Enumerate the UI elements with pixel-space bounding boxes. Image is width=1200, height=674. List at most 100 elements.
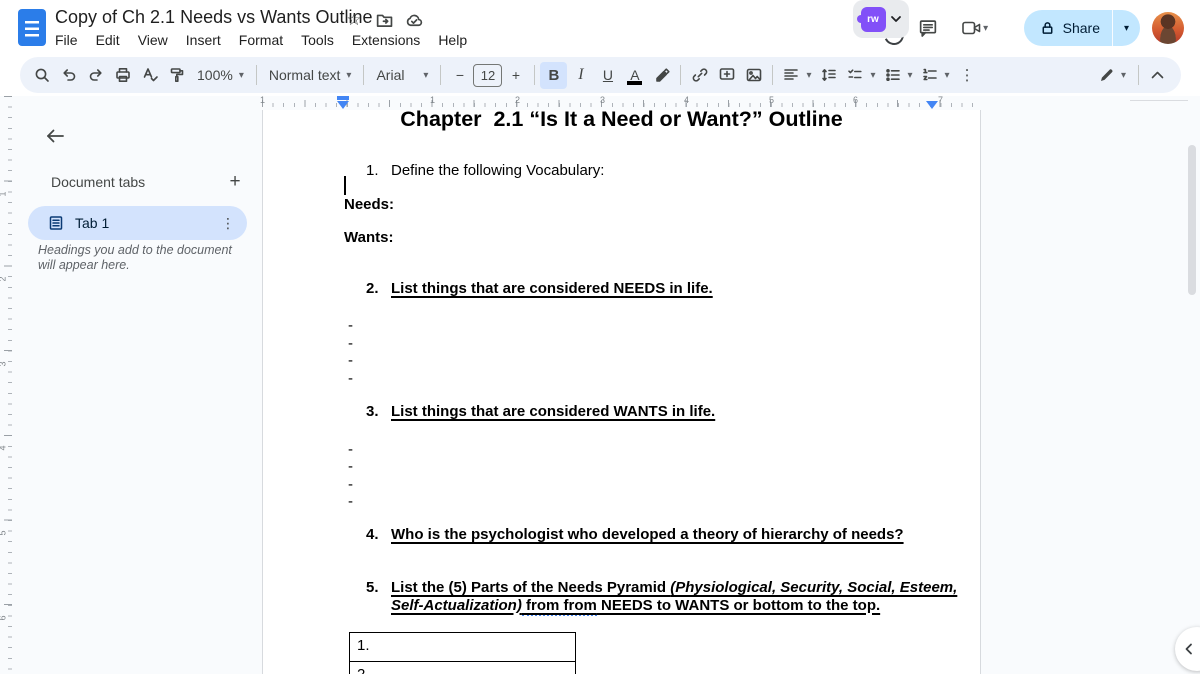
- move-folder-icon[interactable]: [374, 9, 394, 31]
- vertical-scrollbar[interactable]: [1188, 145, 1196, 295]
- wants-label: Wants:: [344, 229, 394, 246]
- close-panel-button[interactable]: [41, 122, 69, 150]
- document-title[interactable]: Copy of Ch 2.1 Needs vs Wants Outline: [55, 7, 372, 28]
- menu-insert[interactable]: Insert: [177, 30, 230, 50]
- add-tab-button[interactable]: +: [223, 170, 247, 194]
- horizontal-ruler[interactable]: 1 1 2 3 4 5 6 7: [260, 95, 981, 110]
- vruler-label: 5: [0, 530, 8, 535]
- vertical-ruler[interactable]: 1 2 3 4 5 6: [0, 96, 13, 674]
- share-label: Share: [1062, 20, 1100, 36]
- menu-extensions[interactable]: Extensions: [343, 30, 429, 50]
- panel-title: Document tabs: [51, 174, 146, 190]
- hruler-label: 6: [853, 95, 859, 105]
- list-item-1: 1. Define the following Vocabulary:: [366, 162, 605, 179]
- star-icon[interactable]: ☆: [344, 9, 364, 31]
- text-color-button[interactable]: A: [621, 62, 648, 89]
- spell-check-icon[interactable]: [136, 62, 163, 89]
- video-call-button[interactable]: ▾: [948, 8, 1002, 48]
- doc-heading: Chapter 2.1 “Is It a Need or Want?” Outl…: [400, 110, 843, 131]
- dash-bullet: -: [348, 493, 353, 510]
- list-item-3: 3. List things that are considered WANTS …: [366, 403, 716, 420]
- cloud-status-icon[interactable]: [404, 9, 424, 31]
- right-indent-marker[interactable]: [926, 101, 938, 109]
- checklist-select[interactable]: ▾: [842, 62, 879, 89]
- video-call-caret-icon: ▾: [983, 22, 989, 34]
- font-size-input[interactable]: 12: [473, 63, 503, 87]
- underline-button[interactable]: U: [594, 62, 621, 89]
- dash-bullet: -: [348, 352, 353, 369]
- hruler-label: 1: [430, 95, 436, 105]
- undo-icon[interactable]: [55, 62, 82, 89]
- pen-icon: [1100, 68, 1113, 81]
- bold-button[interactable]: B: [540, 61, 568, 89]
- readwrite-extension-widget[interactable]: rw: [853, 0, 909, 38]
- vruler-label: 3: [0, 361, 8, 366]
- hruler-label: 4: [684, 95, 690, 105]
- chevron-down-icon: [890, 16, 901, 22]
- highlight-color-icon[interactable]: [648, 62, 675, 89]
- add-comment-icon[interactable]: [713, 62, 740, 89]
- numbered-list-select[interactable]: ▾: [917, 62, 954, 89]
- vruler-label: 6: [0, 615, 8, 620]
- menu-tools[interactable]: Tools: [292, 30, 343, 50]
- align-select[interactable]: ▾: [778, 62, 815, 89]
- menu-format[interactable]: Format: [230, 30, 292, 50]
- lock-icon: [1042, 22, 1053, 34]
- bulleted-list-select[interactable]: ▾: [880, 62, 917, 89]
- menu-edit[interactable]: Edit: [87, 30, 129, 50]
- dash-bullet: -: [348, 335, 353, 352]
- list-item-5-line2: Self-Actualization) from from NEEDS to W…: [391, 596, 880, 616]
- share-dropdown-button[interactable]: ▾: [1112, 10, 1140, 46]
- search-menus-icon[interactable]: [28, 62, 55, 89]
- italic-button[interactable]: I: [567, 62, 594, 89]
- dash-bullet: -: [348, 317, 353, 334]
- menu-file[interactable]: File: [46, 30, 87, 50]
- left-indent-marker[interactable]: [337, 101, 349, 109]
- chevron-down-icon: ▾: [238, 69, 244, 81]
- editing-mode-select[interactable]: ▾: [1091, 62, 1133, 89]
- toolbar-row: 100% ▾ Normal text ▾ Arial ▾ − 12 + B I U A: [0, 56, 1200, 96]
- zoom-select[interactable]: 100% ▾: [190, 62, 251, 89]
- font-select[interactable]: Arial ▾: [369, 62, 435, 89]
- menu-help[interactable]: Help: [429, 30, 476, 50]
- paragraph-style-select[interactable]: Normal text ▾: [262, 62, 359, 89]
- paint-format-icon[interactable]: [163, 62, 190, 89]
- line-spacing-icon[interactable]: [815, 62, 842, 89]
- answer-table: 1. 2.: [349, 632, 576, 674]
- insert-link-icon[interactable]: [686, 62, 713, 89]
- increase-font-size-button[interactable]: +: [502, 62, 529, 89]
- decrease-font-size-button[interactable]: −: [446, 62, 473, 89]
- chevron-down-icon: ▾: [423, 69, 429, 81]
- print-icon[interactable]: [109, 62, 136, 89]
- menu-bar: File Edit View Insert Format Tools Exten…: [46, 30, 476, 50]
- table-cell[interactable]: 2.: [350, 662, 575, 674]
- checklist-icon: [848, 69, 863, 79]
- tab-options-icon[interactable]: ⋮: [217, 212, 239, 234]
- chevron-down-icon: ▾: [346, 69, 352, 81]
- docs-logo-icon[interactable]: [18, 9, 46, 46]
- hruler-label: 1: [260, 95, 266, 105]
- table-cell[interactable]: 1.: [350, 633, 575, 662]
- insert-image-icon[interactable]: [740, 62, 767, 89]
- account-avatar[interactable]: [1152, 12, 1184, 44]
- list-item-4: 4. Who is the psychologist who developed …: [366, 526, 904, 543]
- hruler-label: 3: [600, 95, 606, 105]
- headings-hint-text: Headings you add to the document will ap…: [38, 243, 232, 272]
- more-options-icon[interactable]: ⋮: [954, 62, 981, 89]
- first-line-indent-marker[interactable]: [337, 96, 349, 100]
- redo-icon[interactable]: [82, 62, 109, 89]
- header: Copy of Ch 2.1 Needs vs Wants Outline ☆ …: [0, 0, 1200, 56]
- dash-bullet: -: [348, 476, 353, 493]
- numbered-list-icon: [922, 68, 937, 81]
- panel-divider: [1130, 100, 1188, 101]
- vruler-label: 4: [0, 445, 8, 450]
- share-button[interactable]: Share: [1024, 10, 1112, 46]
- open-side-panel-button[interactable]: [1175, 627, 1200, 671]
- document-page[interactable]: Chapter 2.1 “Is It a Need or Want?” Outl…: [262, 110, 981, 674]
- comment-history-icon[interactable]: [908, 8, 948, 48]
- hide-menus-icon[interactable]: [1144, 62, 1171, 89]
- menu-view[interactable]: View: [129, 30, 177, 50]
- toolbar: 100% ▾ Normal text ▾ Arial ▾ − 12 + B I U A: [20, 57, 1181, 93]
- tab-item-tab1[interactable]: Tab 1 ⋮: [28, 206, 247, 240]
- bulleted-list-icon: [885, 69, 900, 81]
